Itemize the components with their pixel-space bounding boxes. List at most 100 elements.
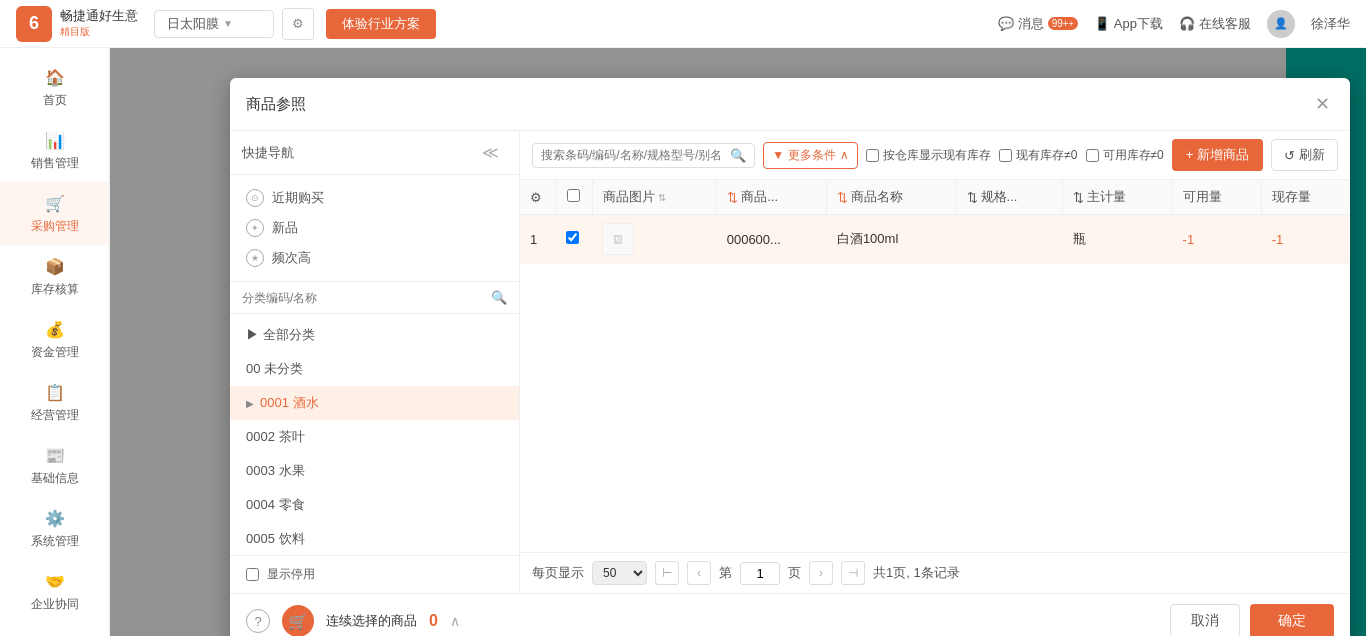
category-search: 🔍 [230,282,519,314]
nav-right: 💬 消息 99++ 📱 App下载 🎧 在线客服 👤 徐泽华 [998,10,1350,38]
logo-badge: 精目版 [60,25,138,39]
quick-nav-new[interactable]: ✦ 新品 [230,213,519,243]
collapse-icon[interactable]: ≪ [474,139,507,166]
sort-icon-unit[interactable]: ⇅ [1073,190,1084,205]
username[interactable]: 徐泽华 [1311,15,1350,33]
purchase-icon: 🛒 [44,192,66,214]
enterprise-icon: 🤝 [44,570,66,592]
right-panel: 🔍 ▼ 更多条件 ∧ 按仓库显示现有库存 [520,131,1350,593]
quick-nav-recent[interactable]: ⊙ 近期购买 [230,183,519,213]
home-icon: 🏠 [44,66,66,88]
modal-header: 商品参照 ✕ [230,78,1350,131]
avatar[interactable]: 👤 [1267,10,1295,38]
col-checkbox[interactable] [556,180,592,215]
last-page-btn[interactable]: ⊣ [841,561,865,585]
toolbar-right: + 新增商品 ↺ 刷新 [1172,139,1338,171]
stock-ne0-checkbox[interactable] [999,149,1012,162]
page-size-select[interactable]: 50 100 200 [592,561,647,585]
category-0005[interactable]: 0005 饮料 [230,522,519,555]
sidebar-item-enterprise[interactable]: 🤝 企业协同 [0,560,109,623]
sidebar-item-system[interactable]: ⚙️ 系统管理 [0,497,109,560]
col-settings[interactable]: ⚙ [520,180,556,215]
cancel-btn[interactable]: 取消 [1170,604,1240,636]
basic-info-icon: 📰 [44,444,66,466]
sort-icon-spec[interactable]: ⇅ [967,190,978,205]
prev-page-btn[interactable]: ‹ [687,561,711,585]
gear-icon[interactable]: ⚙ [282,8,314,40]
next-page-btn[interactable]: › [809,561,833,585]
row-checkbox[interactable] [556,215,592,264]
sidebar-item-home[interactable]: 🏠 首页 [0,56,109,119]
refresh-btn[interactable]: ↺ 刷新 [1271,139,1338,171]
col-unit: ⇅ 主计量 [1063,180,1173,215]
phone-icon: 📱 [1094,16,1110,31]
close-icon[interactable]: ✕ [1310,92,1334,116]
quick-nav: ⊙ 近期购买 ✦ 新品 ★ 频次高 [230,175,519,282]
sidebar-item-basic-info[interactable]: 📰 基础信息 [0,434,109,497]
settings-icon[interactable]: ⚙ [530,190,542,205]
row-stock: -1 [1262,215,1350,264]
finance-icon: 💰 [44,318,66,340]
search-icon[interactable]: 🔍 [730,148,746,163]
sort-icon[interactable]: ⇅ [727,190,738,205]
sidebar-item-sales[interactable]: 📊 销售管理 [0,119,109,182]
logo-name: 畅捷通好生意 [60,8,138,25]
category-0003[interactable]: 0003 水果 [230,454,519,488]
table-row[interactable]: 1 🖼 000600... 白酒100ml [520,215,1350,264]
nav-dropdown[interactable]: 日太阳膜 ▼ [154,10,274,38]
sidebar-item-operations[interactable]: 📋 经营管理 [0,371,109,434]
col-code: ⇅ 商品... [717,180,827,215]
sort-icon[interactable]: ⇅ [658,192,666,203]
add-product-btn[interactable]: + 新增商品 [1172,139,1263,171]
footer-buttons: 取消 确定 [1170,604,1334,636]
product-thumbnail: 🖼 [602,223,634,255]
left-panel-bottom: 显示停用 [230,555,519,593]
right-panel-toolbar: 🔍 ▼ 更多条件 ∧ 按仓库显示现有库存 [520,131,1350,180]
system-icon: ⚙️ [44,507,66,529]
row-select-checkbox[interactable] [566,231,579,244]
category-0002[interactable]: 0002 茶叶 [230,420,519,454]
checkbox-stock-ne0[interactable]: 现有库存≠0 [999,147,1077,164]
logo-area: 6 畅捷通好生意 精目版 [16,6,138,42]
sidebar-item-purchase[interactable]: 🛒 采购管理 [0,182,109,245]
confirm-btn[interactable]: 确定 [1250,604,1334,636]
col-spec: ⇅ 规格... [956,180,1063,215]
help-icon[interactable]: ? [246,609,270,633]
sort-icon-name[interactable]: ⇅ [837,190,848,205]
left-panel-top: 快捷导航 ≪ [230,131,519,175]
category-all[interactable]: ▶ 全部分类 [230,318,519,352]
select-all-checkbox[interactable] [567,189,580,202]
chevron-down-icon: ▼ [223,18,233,29]
filter-btn[interactable]: ▼ 更多条件 ∧ [763,142,858,169]
app-download-btn[interactable]: 📱 App下载 [1094,15,1163,33]
sidebar-item-inventory[interactable]: 📦 库存核算 [0,245,109,308]
experience-btn[interactable]: 体验行业方案 [326,9,436,39]
category-list: ▶ 全部分类 00 未分类 ▶ 0001 酒水 0002 茶叶 [230,314,519,555]
filter-icon: ▼ [772,148,784,162]
available-ne0-checkbox[interactable] [1086,149,1099,162]
sidebar-item-guide[interactable]: 📖 新手引导 [0,623,109,636]
sidebar-item-finance[interactable]: 💰 资金管理 [0,308,109,371]
product-table-wrapper: ⚙ 商品图片 ⇅ [520,180,1350,552]
customer-service-btn[interactable]: 🎧 在线客服 [1179,15,1251,33]
quick-nav-frequent[interactable]: ★ 频次高 [230,243,519,273]
row-thumb: 🖼 [592,215,717,264]
search-icon[interactable]: 🔍 [491,290,507,305]
category-0004[interactable]: 0004 零食 [230,488,519,522]
category-0001[interactable]: ▶ 0001 酒水 [230,386,519,420]
col-stock: 现存量 [1262,180,1350,215]
page-number-input[interactable] [740,562,780,585]
first-page-btn[interactable]: ⊢ [655,561,679,585]
warehouse-checkbox[interactable] [866,149,879,162]
footer-collapse-icon[interactable]: ∧ [450,613,460,629]
product-search-input[interactable] [541,148,724,162]
checkbox-available-ne0[interactable]: 可用库存≠0 [1086,147,1164,164]
checkbox-warehouse[interactable]: 按仓库显示现有库存 [866,147,991,164]
notification-btn[interactable]: 💬 消息 99++ [998,15,1078,33]
category-00[interactable]: 00 未分类 [230,352,519,386]
row-spec [956,215,1063,264]
pagination-bar: 每页显示 50 100 200 ⊢ ‹ 第 页 › ⊣ 共1页, 1条 [520,552,1350,593]
category-search-input[interactable] [242,291,483,305]
show-disabled-checkbox[interactable] [246,568,259,581]
cart-btn[interactable]: 🛒 [282,605,314,636]
